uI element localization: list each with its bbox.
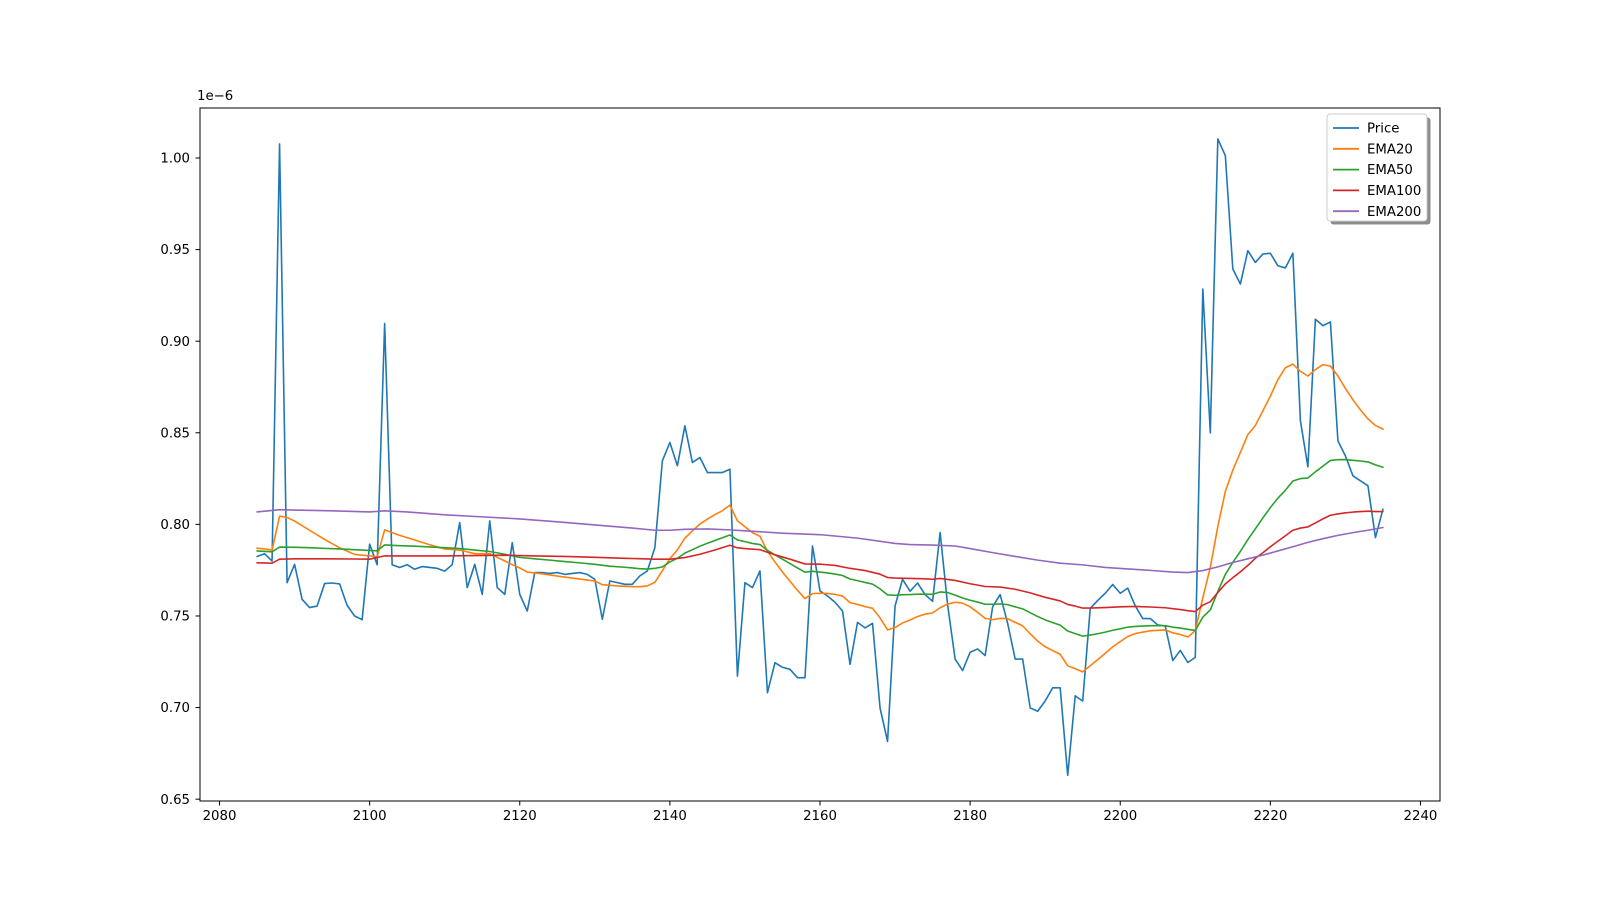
x-tick-label: 2120: [503, 809, 537, 824]
legend: Price EMA20 EMA50 EMA100 EMA200: [1326, 113, 1431, 225]
legend-label-ema200: EMA200: [1367, 205, 1421, 220]
y-axis-offset-label: 1e−6: [197, 89, 233, 104]
x-tick-label: 2180: [953, 809, 987, 824]
x-tick-label: 2200: [1103, 809, 1137, 824]
x-tick-label: 2100: [353, 809, 387, 824]
matplotlib-figure: 2080 2100 2120 2140 2160 2180 2200 2220 2240 0.6…: [0, 0, 1600, 900]
series-lines: [256, 138, 1384, 777]
x-tick-label: 2160: [803, 809, 837, 824]
x-tick-label: 2140: [653, 809, 687, 824]
ema20-line: [256, 363, 1384, 673]
price-ema-line-chart: 2080 2100 2120 2140 2160 2180 2200 2220 2240 0.6…: [160, 89, 1441, 824]
legend-label-ema20: EMA20: [1367, 142, 1413, 157]
ema200-line: [256, 508, 1384, 574]
y-tick-label: 0.85: [160, 426, 190, 441]
x-tick-label: 2240: [1404, 809, 1438, 824]
y-tick-label: 0.65: [160, 793, 190, 808]
legend-label-ema100: EMA100: [1367, 184, 1421, 199]
y-tick-label: 0.75: [160, 610, 190, 625]
x-tick-label: 2220: [1253, 809, 1287, 824]
legend-label-ema50: EMA50: [1367, 163, 1413, 178]
x-tick-label: 2080: [203, 809, 237, 824]
legend-label-price: Price: [1367, 122, 1399, 137]
price-line: [256, 138, 1384, 777]
plot-border: [199, 107, 1441, 802]
y-tick-label: 0.90: [160, 335, 190, 350]
y-tick-label: 0.80: [160, 518, 190, 533]
y-tick-label: 0.95: [160, 243, 190, 258]
y-axis-ticks: 0.65 0.70 0.75 0.80 0.85 0.90 0.95 1.00: [160, 152, 200, 808]
y-tick-label: 1.00: [160, 152, 190, 167]
y-tick-label: 0.70: [160, 701, 190, 716]
ema100-line: [256, 510, 1384, 613]
x-axis-ticks: 2080 2100 2120 2140 2160 2180 2200 2220 2240: [203, 801, 1438, 824]
axes: [199, 107, 1441, 802]
